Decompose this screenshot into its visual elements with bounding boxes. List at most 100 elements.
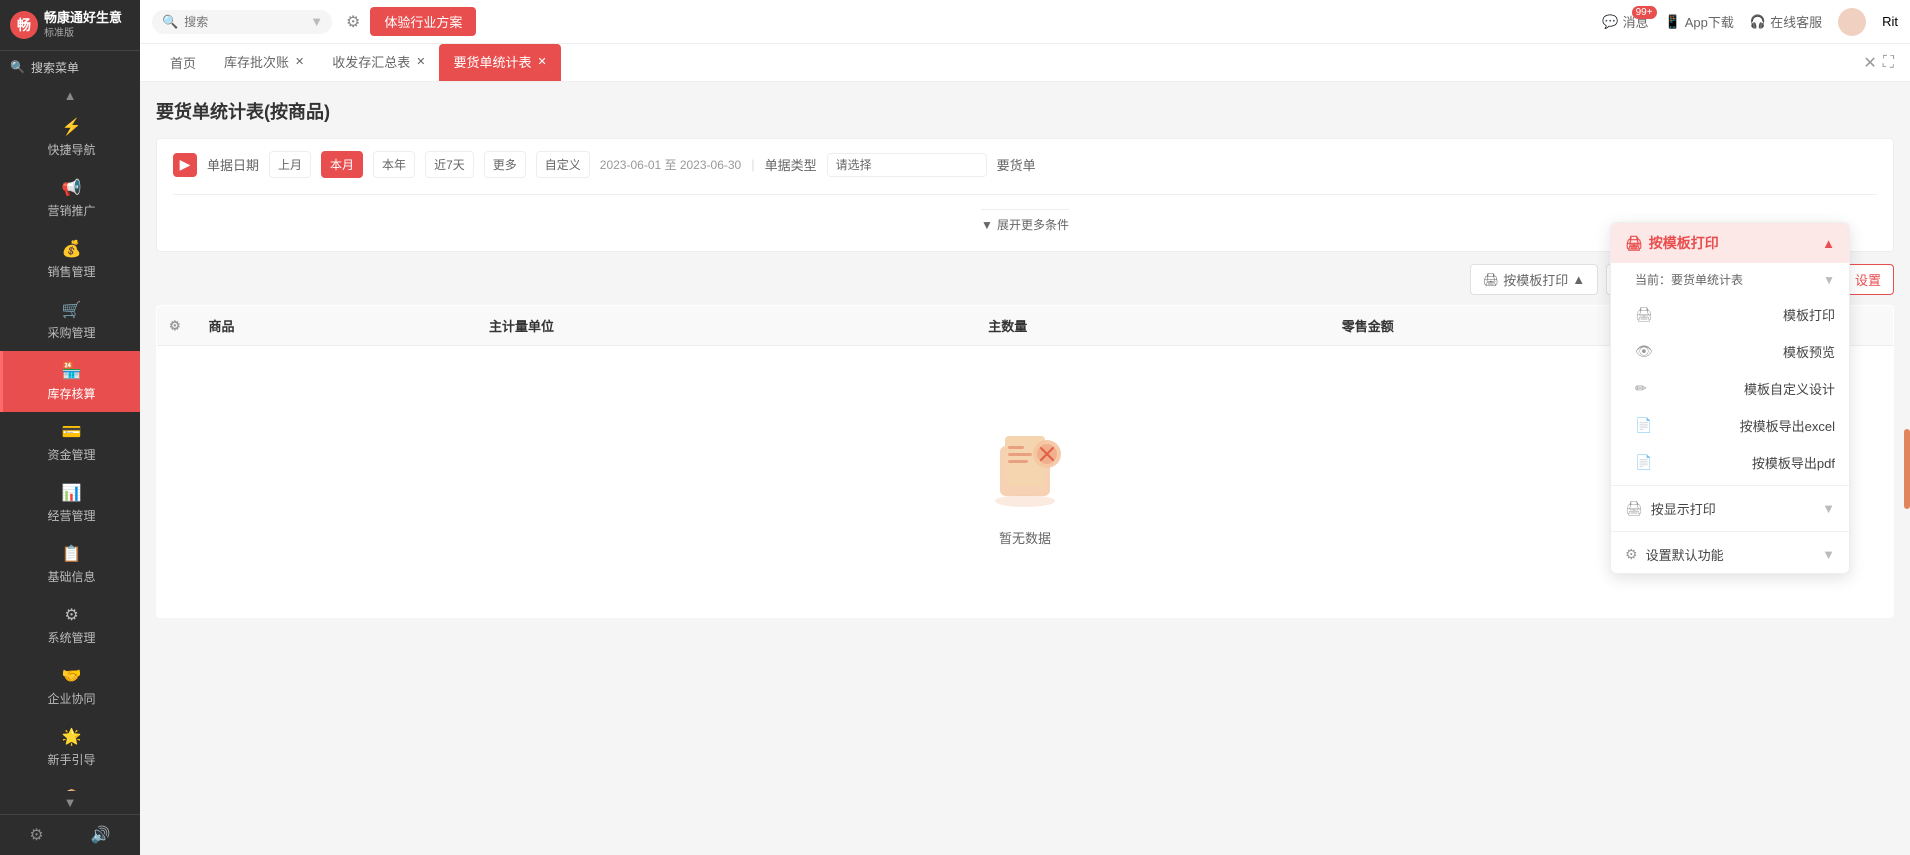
tab-receipt-summary[interactable]: 收发存汇总表 ✕ [318, 44, 439, 81]
header-settings-icon[interactable]: ⚙ [346, 12, 360, 32]
sidebar-item-label: 快捷导航 [47, 141, 95, 158]
dropdown-divider-2 [1611, 531, 1849, 532]
type-select-wrapper: 请选择 [827, 153, 987, 177]
table-settings-icon[interactable]: ⚙ [169, 318, 181, 333]
sidebar-item-label: 资金管理 [47, 446, 95, 463]
sidebar-item-sales[interactable]: 💰 销售管理 [0, 229, 140, 290]
sidebar-item-cooperation[interactable]: 🤝 企业协同 [0, 656, 140, 717]
sidebar-item-basic[interactable]: 📋 基础信息 [0, 534, 140, 595]
guide-icon: 🌟 [62, 727, 82, 747]
sidebar-item-system[interactable]: ⚙ 系统管理 [0, 595, 140, 656]
sidebar-item-appstore[interactable]: 📦 应用中心 [0, 778, 140, 791]
expand-more-btn[interactable]: ▼ 展开更多条件 [981, 209, 1069, 239]
date-btn-more[interactable]: 更多 [484, 151, 526, 178]
settings-bottom-icon[interactable]: ⚙ [29, 825, 43, 845]
sidebar-item-guide[interactable]: 🌟 新手引导 [0, 717, 140, 778]
cooperation-icon: 🤝 [62, 666, 82, 686]
app-download-icon: 📱 [1665, 14, 1681, 30]
dropdown-item-template-pdf[interactable]: 📄 按模板导出pdf [1611, 444, 1849, 481]
tabs-maximize-icon[interactable]: ⛶ [1883, 54, 1894, 72]
tab-close-icon[interactable]: ✕ [416, 55, 425, 68]
app-version: 标准版 [44, 27, 122, 40]
expand-filter-btn[interactable]: ▶ [173, 153, 197, 177]
app-name: 畅康通好生意 [44, 10, 122, 27]
online-service-btn[interactable]: 🎧 在线客服 [1750, 12, 1822, 31]
dropdown-section-default[interactable]: ⚙ 设置默认功能 ▼ [1611, 536, 1849, 573]
dropdown-item-template-print[interactable]: 🖨 模板打印 [1611, 296, 1849, 333]
scrollbar-indicator[interactable] [1904, 429, 1910, 509]
dropdown-item-template-excel[interactable]: 📄 按模板导出excel [1611, 407, 1849, 444]
header-search[interactable]: 🔍 ▼ [152, 10, 332, 34]
date-btn-current-year[interactable]: 本年 [373, 151, 415, 178]
page-title: 要货单统计表(按商品) [156, 98, 1894, 124]
tab-order-stats[interactable]: 要货单统计表 ✕ [439, 44, 560, 81]
tab-label: 收发存汇总表 [332, 52, 410, 71]
template-custom-icon: ✏ [1635, 380, 1647, 397]
industry-btn[interactable]: 体验行业方案 [370, 7, 476, 36]
sidebar: 畅 畅康通好生意 标准版 🔍 搜索菜单 ▲ ⚡ 快捷导航 📢 营销推广 💰 销售… [0, 0, 140, 855]
sidebar-item-label: 销售管理 [47, 263, 95, 280]
dropdown-title: 按模板打印 [1649, 233, 1719, 253]
app-download-label: App下载 [1685, 12, 1734, 31]
header-right: 💬 消息 99+ 📱 App下载 🎧 在线客服 Rit [1602, 8, 1898, 36]
tab-home[interactable]: 首页 [156, 45, 210, 80]
sidebar-scroll-up[interactable]: ▲ [0, 84, 140, 107]
tabs-bar: 首页 库存批次账 ✕ 收发存汇总表 ✕ 要货单统计表 ✕ ✕ ⛶ [140, 44, 1910, 82]
sidebar-item-marketing[interactable]: 📢 营销推广 [0, 168, 140, 229]
empty-text: 暂无数据 [999, 528, 1051, 547]
dropdown-item-template-preview[interactable]: 👁 模板预览 [1611, 333, 1849, 370]
dropdown-current-arrow: ▼ [1823, 273, 1835, 287]
tab-label: 库存批次账 [224, 52, 289, 71]
sidebar-search[interactable]: 🔍 搜索菜单 [0, 51, 140, 84]
yaohuo-filter-label: 要货单 [997, 155, 1036, 174]
dropdown-arrow-icon: ▼ [310, 14, 323, 29]
sidebar-item-label: 采购管理 [47, 324, 95, 341]
header-search-input[interactable] [184, 15, 304, 29]
dropdown-divider-1 [1611, 485, 1849, 486]
message-btn[interactable]: 💬 消息 99+ [1602, 12, 1648, 31]
top-header: 🔍 ▼ ⚙ 体验行业方案 💬 消息 99+ 📱 App下载 🎧 在线客服 Rit [140, 0, 1910, 44]
avatar[interactable] [1838, 8, 1866, 36]
print-btn-label: 按模板打印 [1503, 270, 1568, 289]
sidebar-item-operation[interactable]: 📊 经营管理 [0, 473, 140, 534]
sidebar-item-label: 营销推广 [47, 202, 95, 219]
tab-close-icon[interactable]: ✕ [295, 55, 304, 68]
print-template-btn[interactable]: 🖨 按模板打印 ▲ [1470, 264, 1598, 295]
headset-icon: 🎧 [1750, 14, 1766, 30]
dropdown-collapse-icon[interactable]: ▲ [1822, 236, 1835, 251]
date-btn-7days[interactable]: 近7天 [425, 151, 474, 178]
sidebar-item-purchase[interactable]: 🛒 采购管理 [0, 290, 140, 351]
sidebar-item-label: 经营管理 [47, 507, 95, 524]
logo-icon: 畅 [10, 11, 38, 39]
chevron-down-icon: ▼ [981, 218, 993, 232]
col-unit: 主计量单位 [477, 306, 976, 346]
dropdown-item-template-custom[interactable]: ✏ 模板自定义设计 [1611, 370, 1849, 407]
dropdown-header[interactable]: 🖨 按模板打印 ▲ [1611, 223, 1849, 263]
date-btn-current-month[interactable]: 本月 [321, 151, 363, 178]
sidebar-scroll-down[interactable]: ▼ [0, 791, 140, 814]
col-quantity: 主数量 [976, 306, 1329, 346]
dropdown-section-display[interactable]: 🖨 按显示打印 ▼ [1611, 490, 1849, 527]
date-filter-label: 单据日期 [207, 155, 259, 174]
sidebar-nav: ⚡ 快捷导航 📢 营销推广 💰 销售管理 🛒 采购管理 🏪 库存核算 💳 资金管… [0, 107, 140, 791]
system-icon: ⚙ [64, 605, 78, 625]
app-download-btn[interactable]: 📱 App下载 [1665, 12, 1734, 31]
date-btn-prev-month[interactable]: 上月 [269, 151, 311, 178]
dropdown-item-label: 模板预览 [1783, 342, 1835, 361]
dropdown-item-label: 模板打印 [1783, 305, 1835, 324]
sidebar-item-finance[interactable]: 💳 资金管理 [0, 412, 140, 473]
type-select[interactable]: 请选择 [827, 153, 987, 177]
sidebar-item-shortcut[interactable]: ⚡ 快捷导航 [0, 107, 140, 168]
date-btn-custom[interactable]: 自定义 [536, 151, 590, 178]
print-icon: 🖨 [1483, 272, 1500, 288]
tabs-close-all-icon[interactable]: ✕ [1863, 53, 1876, 73]
current-label: 当前：要货单统计表 [1635, 271, 1743, 288]
tab-inventory-batch[interactable]: 库存批次账 ✕ [210, 44, 318, 81]
volume-icon[interactable]: 🔊 [91, 825, 111, 845]
tab-close-icon[interactable]: ✕ [538, 55, 547, 68]
sidebar-item-inventory[interactable]: 🏪 库存核算 [0, 351, 140, 412]
shortcut-icon: ⚡ [62, 117, 82, 137]
chevron-up-icon: ▲ [1572, 272, 1585, 287]
sales-icon: 💰 [62, 239, 82, 259]
search-icon: 🔍 [10, 60, 25, 74]
